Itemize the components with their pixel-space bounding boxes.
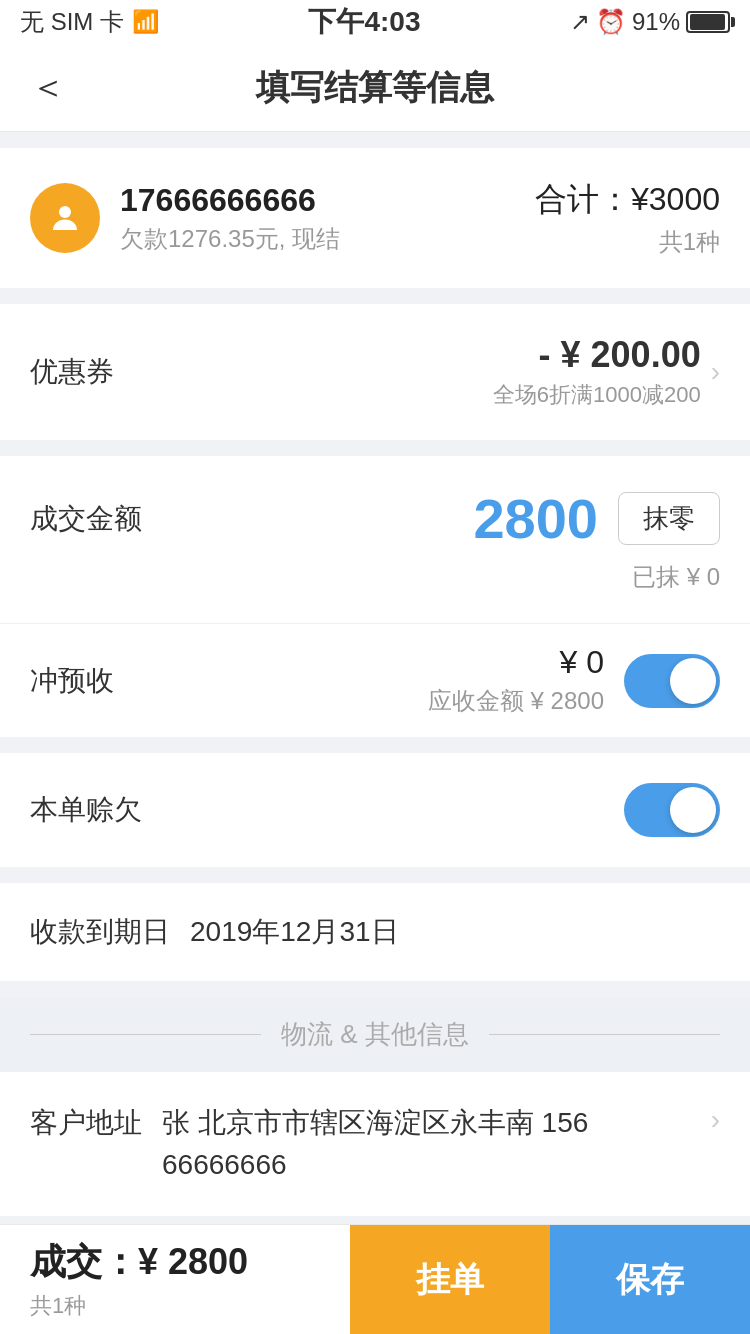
pre-collection-label: 冲预收 [30,662,114,700]
round-button[interactable]: 抹零 [618,492,720,545]
divider-text: 物流 & 其他信息 [281,1017,469,1052]
debt-label: 本单赊欠 [30,791,142,829]
summary-label: 成交： [30,1241,138,1282]
transaction-label: 成交金额 [30,500,142,538]
pre-collection-row: 冲预收 ¥ 0 应收金额 ¥ 2800 [0,623,750,737]
pre-collection-right: ¥ 0 应收金额 ¥ 2800 [428,644,720,717]
address-section[interactable]: 客户地址 张 北京市市辖区海淀区永丰南 156 66666666 › [0,1072,750,1216]
wifi-icon: 📶 [132,9,159,35]
amount-sub-text: 已抹 ¥ 0 [0,561,750,623]
divider-line-left [30,1034,261,1035]
summary-amount: ¥ 2800 [138,1241,248,1282]
customer-card: 17666666666 欠款1276.35元, 现结 合计：¥3000 共1种 [0,148,750,288]
amount-row: 成交金额 2800 抹零 [0,456,750,561]
coupon-description: 全场6折满1000减200 [493,380,701,410]
debt-toggle[interactable] [624,783,720,837]
pre-collection-amount: ¥ 0 [560,644,604,681]
debt-toggle-knob [670,787,716,833]
due-date-value: 2019年12月31日 [190,913,399,951]
sim-status: 无 SIM 卡 [20,6,124,38]
divider-line-right [489,1034,720,1035]
coupon-chevron-icon: › [711,356,720,388]
pre-collection-values: ¥ 0 应收金额 ¥ 2800 [428,644,604,717]
transaction-section: 成交金额 2800 抹零 已抹 ¥ 0 冲预收 ¥ 0 应收金额 ¥ 2800 [0,456,750,737]
total-amount: 合计：¥3000 [535,178,720,222]
svg-point-0 [59,206,71,218]
coupon-value-group: - ¥ 200.00 全场6折满1000减200 [493,334,701,410]
pre-collection-toggle[interactable] [624,654,720,708]
bottom-bar: 成交：¥ 2800 共1种 挂单 保存 [0,1224,750,1334]
debt-section: 本单赊欠 [0,753,750,867]
bottom-summary: 成交：¥ 2800 共1种 [0,1238,350,1321]
due-date-section: 收款到期日 2019年12月31日 [0,883,750,981]
customer-left: 17666666666 欠款1276.35元, 现结 [30,182,340,255]
status-right: ↗ ⏰ 91% [570,8,730,36]
battery-icon [686,11,730,33]
toggle-knob [670,658,716,704]
address-label: 客户地址 [30,1102,142,1142]
header: ＜ 填写结算等信息 [0,44,750,132]
customer-phone: 17666666666 [120,182,340,219]
summary-main: 成交：¥ 2800 [30,1238,320,1287]
coupon-discount: - ¥ 200.00 [539,334,701,376]
coupon-label: 优惠券 [30,353,114,391]
coupon-row[interactable]: 优惠券 - ¥ 200.00 全场6折满1000减200 › [0,304,750,440]
customer-debt: 欠款1276.35元, 现结 [120,223,340,255]
total-count: 共1种 [535,226,720,258]
page-title: 填写结算等信息 [86,65,664,111]
summary-count: 共1种 [30,1291,320,1321]
coupon-section: 优惠券 - ¥ 200.00 全场6折满1000减200 › [0,304,750,440]
logistics-divider: 物流 & 其他信息 [0,997,750,1072]
hold-button[interactable]: 挂单 [350,1225,550,1335]
battery-percent: 91% [632,8,680,36]
customer-row: 17666666666 欠款1276.35元, 现结 合计：¥3000 共1种 [30,178,720,258]
customer-right: 合计：¥3000 共1种 [535,178,720,258]
location-icon: ↗ [570,8,590,36]
due-date-label: 收款到期日 [30,913,170,951]
amount-right-group: 2800 抹零 [473,486,720,551]
avatar [30,183,100,253]
save-button[interactable]: 保存 [550,1225,750,1335]
customer-info: 17666666666 欠款1276.35元, 现结 [120,182,340,255]
transaction-amount: 2800 [473,486,598,551]
status-time: 下午4:03 [308,3,420,41]
status-bar: 无 SIM 卡 📶 下午4:03 ↗ ⏰ 91% [0,0,750,44]
coupon-right: - ¥ 200.00 全场6折满1000减200 › [493,334,720,410]
alarm-icon: ⏰ [596,8,626,36]
status-left: 无 SIM 卡 📶 [20,6,159,38]
pre-collection-desc: 应收金额 ¥ 2800 [428,685,604,717]
address-value: 张 北京市市辖区海淀区永丰南 156 66666666 [162,1102,701,1186]
address-chevron-icon: › [711,1102,720,1136]
back-button[interactable]: ＜ [30,63,66,112]
